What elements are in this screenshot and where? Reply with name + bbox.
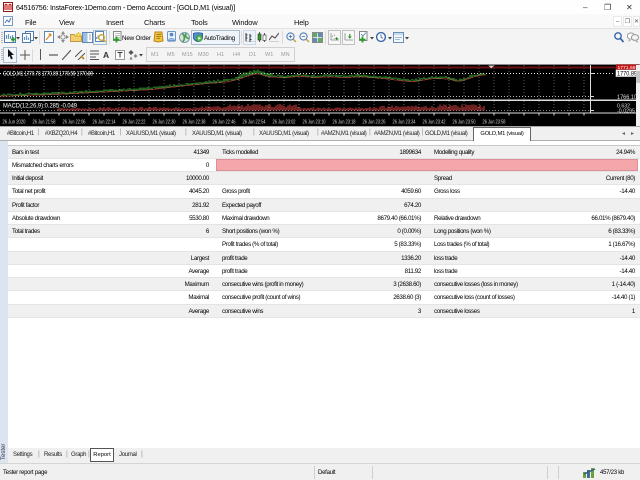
- svg-text:26 Jun 22:22: 26 Jun 22:22: [123, 120, 146, 126]
- svg-text:26 Jun 23:26: 26 Jun 23:26: [363, 120, 386, 126]
- svg-text:26 Jun 22:14: 26 Jun 22:14: [93, 120, 116, 126]
- svg-text:GOLD,M1 1770.78 1770.89 1770.: GOLD,M1 1770.78 1770.89 1770.59 1770.89: [3, 71, 93, 78]
- svg-text:MACD(12,26,9) 0.285 -0.049: MACD(12,26,9) 0.285 -0.049: [3, 103, 77, 110]
- svg-text:26 Jun 23:58: 26 Jun 23:58: [483, 120, 506, 126]
- svg-text:26 Jun 23:02: 26 Jun 23:02: [273, 120, 296, 126]
- svg-text:26 Jun 21:58: 26 Jun 21:58: [33, 120, 56, 126]
- svg-text:26 Jun 22:38: 26 Jun 22:38: [183, 120, 206, 126]
- svg-text:26 Jun 22:46: 26 Jun 22:46: [213, 120, 236, 126]
- svg-text:26 Jun 23:42: 26 Jun 23:42: [423, 120, 446, 126]
- svg-text:26 Jun 23:10: 26 Jun 23:10: [303, 120, 326, 126]
- svg-text:1770.89: 1770.89: [617, 72, 638, 78]
- svg-text:26 Jun 2020: 26 Jun 2020: [3, 120, 26, 126]
- svg-text:26 Jun 22:30: 26 Jun 22:30: [153, 120, 176, 126]
- svg-text:26 Jun 23:18: 26 Jun 23:18: [333, 120, 356, 126]
- svg-text:-0.0295: -0.0295: [617, 109, 635, 115]
- svg-text:26 Jun 22:06: 26 Jun 22:06: [63, 120, 86, 126]
- svg-text:26 Jun 23:50: 26 Jun 23:50: [453, 120, 476, 126]
- svg-text:26 Jun 23:34: 26 Jun 23:34: [393, 120, 416, 126]
- svg-text:1766.10: 1766.10: [617, 95, 638, 101]
- svg-text:26 Jun 22:54: 26 Jun 22:54: [243, 120, 266, 126]
